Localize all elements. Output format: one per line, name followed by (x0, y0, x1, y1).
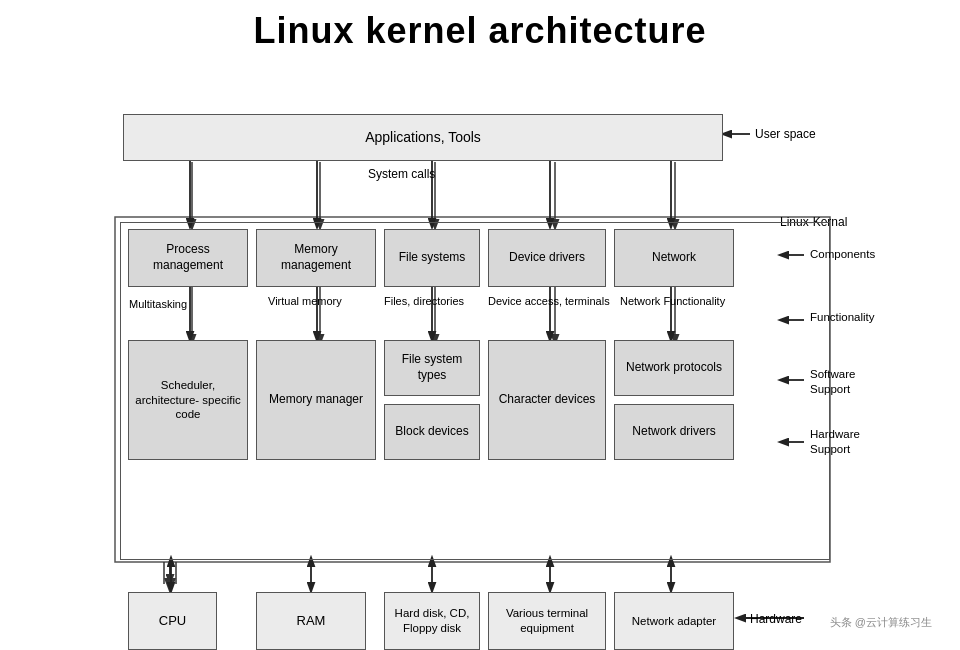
network-protocols-box: Network protocols (614, 340, 734, 396)
memory-manager-box: Memory manager (256, 340, 376, 460)
cpu-box: CPU (128, 592, 217, 650)
page: Linux kernel architecture (0, 0, 960, 650)
page-title: Linux kernel architecture (20, 10, 940, 52)
process-management-box: Process management (128, 229, 248, 287)
watermark: 头条 @云计算练习生 (830, 615, 932, 630)
device-access-label: Device access, terminals (488, 294, 610, 308)
user-space-label: User space (755, 127, 816, 141)
block-devices-box: Block devices (384, 404, 480, 460)
file-system-types-box: File system types (384, 340, 480, 396)
file-systems-box: File systems (384, 229, 480, 287)
multitasking-label: Multitasking (129, 298, 187, 310)
memory-management-box: Memory management (256, 229, 376, 287)
virtual-memory-label: Virtual memory (268, 294, 342, 308)
software-support-label: SoftwareSupport (810, 367, 855, 397)
functionality-label: Functionality (810, 311, 875, 323)
device-drivers-box: Device drivers (488, 229, 606, 287)
components-label: Components (810, 248, 875, 260)
network-drivers-box: Network drivers (614, 404, 734, 460)
various-terminal-box: Various terminal equipment (488, 592, 606, 650)
applications-box: Applications, Tools (123, 114, 723, 161)
network-box: Network (614, 229, 734, 287)
ram-box: RAM (256, 592, 366, 650)
hardware-label: Hardware (750, 612, 802, 626)
hard-disk-box: Hard disk, CD, Floppy disk (384, 592, 480, 650)
scheduler-box: Scheduler, architecture- specific code (128, 340, 248, 460)
network-functionality-label: Network Functionality (620, 294, 725, 308)
system-calls-label: System calls (368, 167, 435, 181)
diagram: Applications, Tools User space System ca… (20, 62, 940, 632)
hardware-support-label: HardwareSupport (810, 427, 860, 457)
character-devices-box: Character devices (488, 340, 606, 460)
files-directories-label: Files, directories (384, 294, 464, 308)
network-adapter-box: Network adapter (614, 592, 734, 650)
